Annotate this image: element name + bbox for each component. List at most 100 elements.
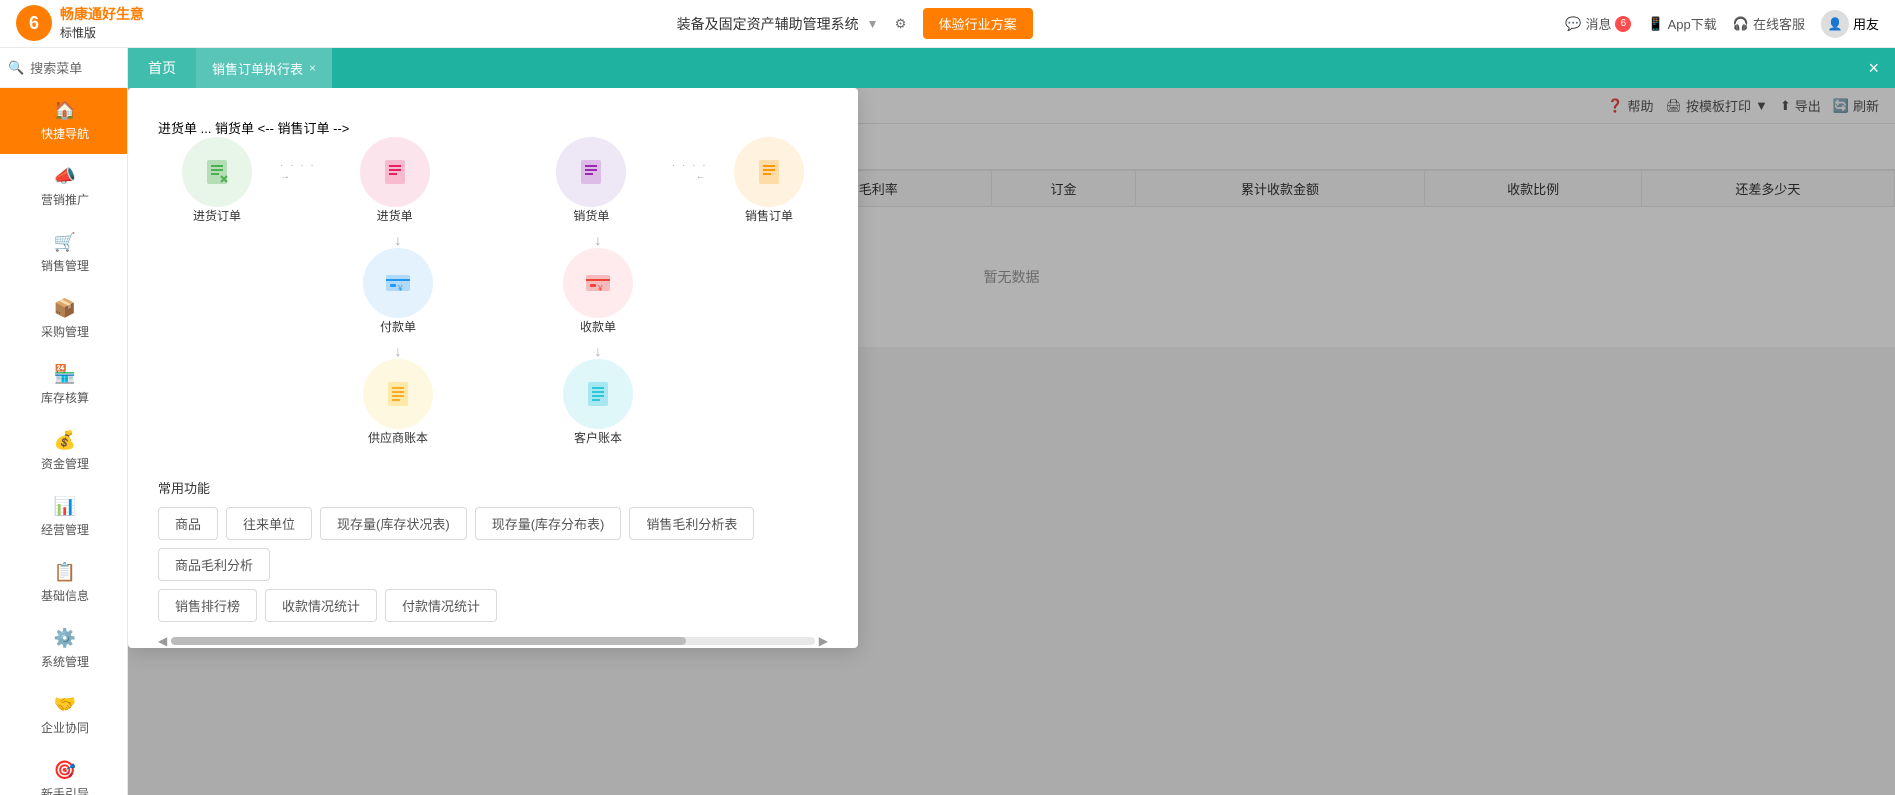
brand-main: 畅康通好生意 xyxy=(60,5,144,25)
settings-icon[interactable]: ⚙ xyxy=(887,10,915,38)
sidebar-label-purchase: 采购管理 xyxy=(41,323,89,340)
online-service-action[interactable]: 🎧 在线客服 xyxy=(1733,14,1805,33)
func-btn-receipt-stats[interactable]: 收款情况统计 xyxy=(265,589,377,622)
online-service-label: 在线客服 xyxy=(1753,14,1805,33)
sidebar-label-system: 系统管理 xyxy=(41,653,89,670)
message-badge: 6 xyxy=(1615,16,1631,32)
flow-node-payment[interactable]: ¥ 付款单 xyxy=(338,248,458,335)
sales-bill-circle xyxy=(556,137,626,207)
sidebar-item-quick-nav[interactable]: 🏠 快捷导航 xyxy=(0,88,127,154)
flow-node-sales-order[interactable]: 销售订单 xyxy=(710,137,828,224)
sidebar-item-purchase[interactable]: 📦 采购管理 xyxy=(0,286,127,352)
scroll-thumb xyxy=(171,637,686,645)
receipt-circle: ¥ xyxy=(563,248,633,318)
sidebar-search[interactable]: 🔍 搜索菜单 xyxy=(0,48,127,88)
content-area: 首页 销售订单执行表 × × ❓ 帮助 🖨 按模板打印 ▼ xyxy=(128,48,1895,795)
sidebar-label-inventory: 库存核算 xyxy=(41,389,89,406)
supplier-ledger-circle xyxy=(363,359,433,429)
sidebar-label-marketing: 营销推广 xyxy=(41,191,89,208)
home-tab-label: 首页 xyxy=(148,58,176,78)
flow-node-customer-ledger[interactable]: 客户账本 xyxy=(538,359,658,446)
message-label: 消息 xyxy=(1585,14,1611,33)
user-info[interactable]: 👤 用友 xyxy=(1821,10,1879,38)
popup-scrollbar: ◀ ▶ xyxy=(158,634,828,648)
flow-diagram: 进货单 ... 销货单 <-- 销售订单 --> xyxy=(158,118,828,454)
tab-bar: 首页 销售订单执行表 × × xyxy=(128,48,1895,88)
popup-box: 进货单 ... 销货单 <-- 销售订单 --> xyxy=(128,88,858,648)
system-title: 装备及固定资产辅助管理系统 xyxy=(677,14,859,34)
header-right: 💬 消息 6 📱 App下载 🎧 在线客服 👤 用友 xyxy=(1565,10,1879,38)
sidebar-item-guide[interactable]: 🎯 新手引导 xyxy=(0,748,127,795)
sidebar-item-basic[interactable]: 📋 基础信息 xyxy=(0,550,127,616)
func-btn-payment-stats[interactable]: 付款情况统计 xyxy=(385,589,497,622)
flow-node-purchase-order[interactable]: 进货订单 xyxy=(158,137,276,224)
top-header: 6 畅康通好生意 标惟版 装备及固定资产辅助管理系统 ▼ ⚙ 体验行业方案 💬 … xyxy=(0,0,1895,48)
service-icon: 🎧 xyxy=(1733,16,1749,32)
brand-text: 畅康通好生意 标惟版 xyxy=(60,5,144,41)
sidebar-label-guide: 新手引导 xyxy=(41,785,89,795)
purchase-order-circle xyxy=(182,137,252,207)
flow-node-sales-bill[interactable]: 销货单 xyxy=(532,137,650,224)
func-btn-sales-rank[interactable]: 销售排行榜 xyxy=(158,589,257,622)
page-content: ❓ 帮助 🖨 按模板打印 ▼ ⬆ 导出 🔄 刷新 xyxy=(128,88,1895,795)
sidebar-item-operations[interactable]: 📊 经营管理 xyxy=(0,484,127,550)
arrow-v-purchase: ↓ xyxy=(395,232,402,248)
scroll-right-icon[interactable]: ▶ xyxy=(819,634,828,648)
flow-row-2: ¥ 付款单 xyxy=(158,248,828,335)
user-name: 用友 xyxy=(1853,14,1879,33)
receipt-label: 收款单 xyxy=(580,318,616,335)
tab-sales-order[interactable]: 销售订单执行表 × xyxy=(196,48,332,88)
sidebar-item-inventory[interactable]: 🏪 库存核算 xyxy=(0,352,127,418)
func-btn-stock-status[interactable]: 现存量(库存状况表) xyxy=(320,507,467,540)
scroll-left-icon[interactable]: ◀ xyxy=(158,634,167,648)
func-btn-partners[interactable]: 往来单位 xyxy=(226,507,312,540)
brand-sub: 标惟版 xyxy=(60,25,144,42)
arrow-v-sales: ↓ xyxy=(595,232,602,248)
app-logo: 6 xyxy=(16,5,52,41)
sidebar-item-system[interactable]: ⚙️ 系统管理 xyxy=(0,616,127,682)
flow-node-purchase-bill[interactable]: 进货单 xyxy=(336,137,454,224)
app-download-action[interactable]: 📱 App下载 xyxy=(1647,14,1716,33)
func-btn-goods[interactable]: 商品 xyxy=(158,507,218,540)
popup-overlay: 进货单 ... 销货单 <-- 销售订单 --> xyxy=(128,88,1895,795)
sales-order-circle xyxy=(734,137,804,207)
sales-icon: 🛒 xyxy=(54,232,76,253)
dropdown-arrow-icon[interactable]: ▼ xyxy=(867,17,879,31)
common-functions-title: 常用功能 xyxy=(158,478,828,497)
message-icon: 💬 xyxy=(1565,16,1581,32)
sidebar-item-finance[interactable]: 💰 资金管理 xyxy=(0,418,127,484)
sidebar-item-enterprise[interactable]: 🤝 企业协同 xyxy=(0,682,127,748)
finance-icon: 💰 xyxy=(54,430,76,451)
inventory-icon: 🏪 xyxy=(54,364,76,385)
svg-text:¥: ¥ xyxy=(397,284,403,293)
sidebar-item-marketing[interactable]: 📣 营销推广 xyxy=(0,154,127,220)
scroll-track[interactable] xyxy=(171,637,815,645)
payment-label: 付款单 xyxy=(380,318,416,335)
trial-button[interactable]: 体验行业方案 xyxy=(923,8,1033,39)
customer-ledger-label: 客户账本 xyxy=(574,429,622,446)
main-layout: 🔍 搜索菜单 🏠 快捷导航 📣 营销推广 🛒 销售管理 📦 采购管理 🏪 库存核… xyxy=(0,48,1895,795)
guide-icon: 🎯 xyxy=(54,760,76,781)
func-btn-stock-dist[interactable]: 现存量(库存分布表) xyxy=(475,507,622,540)
func-btn-goods-margin[interactable]: 商品毛利分析 xyxy=(158,548,270,581)
search-icon: 🔍 xyxy=(8,60,24,76)
tab-bar-close-button[interactable]: × xyxy=(1852,58,1895,79)
tab-home[interactable]: 首页 xyxy=(128,48,196,88)
func-btn-sales-margin[interactable]: 销售毛利分析表 xyxy=(629,507,754,540)
sidebar-label-sales: 销售管理 xyxy=(41,257,89,274)
system-icon: ⚙️ xyxy=(54,628,76,649)
system-title-area: 装备及固定资产辅助管理系统 ▼ ⚙ 体验行业方案 xyxy=(677,8,1033,39)
message-action[interactable]: 💬 消息 6 xyxy=(1565,14,1631,33)
search-label: 搜索菜单 xyxy=(30,58,82,77)
flow-node-receipt[interactable]: ¥ 收款单 xyxy=(538,248,658,335)
func-buttons-row-2: 销售排行榜 收款情况统计 付款情况统计 xyxy=(158,589,828,622)
sales-order-label: 销售订单 xyxy=(745,207,793,224)
flow-node-supplier-ledger[interactable]: 供应商账本 xyxy=(338,359,458,446)
enterprise-icon: 🤝 xyxy=(54,694,76,715)
sidebar-item-sales[interactable]: 🛒 销售管理 xyxy=(0,220,127,286)
tab-close-icon[interactable]: × xyxy=(309,61,316,75)
customer-ledger-circle xyxy=(563,359,633,429)
sidebar-label-quick-nav: 快捷导航 xyxy=(41,125,89,142)
logo-area: 6 畅康通好生意 标惟版 xyxy=(16,5,144,41)
avatar: 👤 xyxy=(1821,10,1849,38)
